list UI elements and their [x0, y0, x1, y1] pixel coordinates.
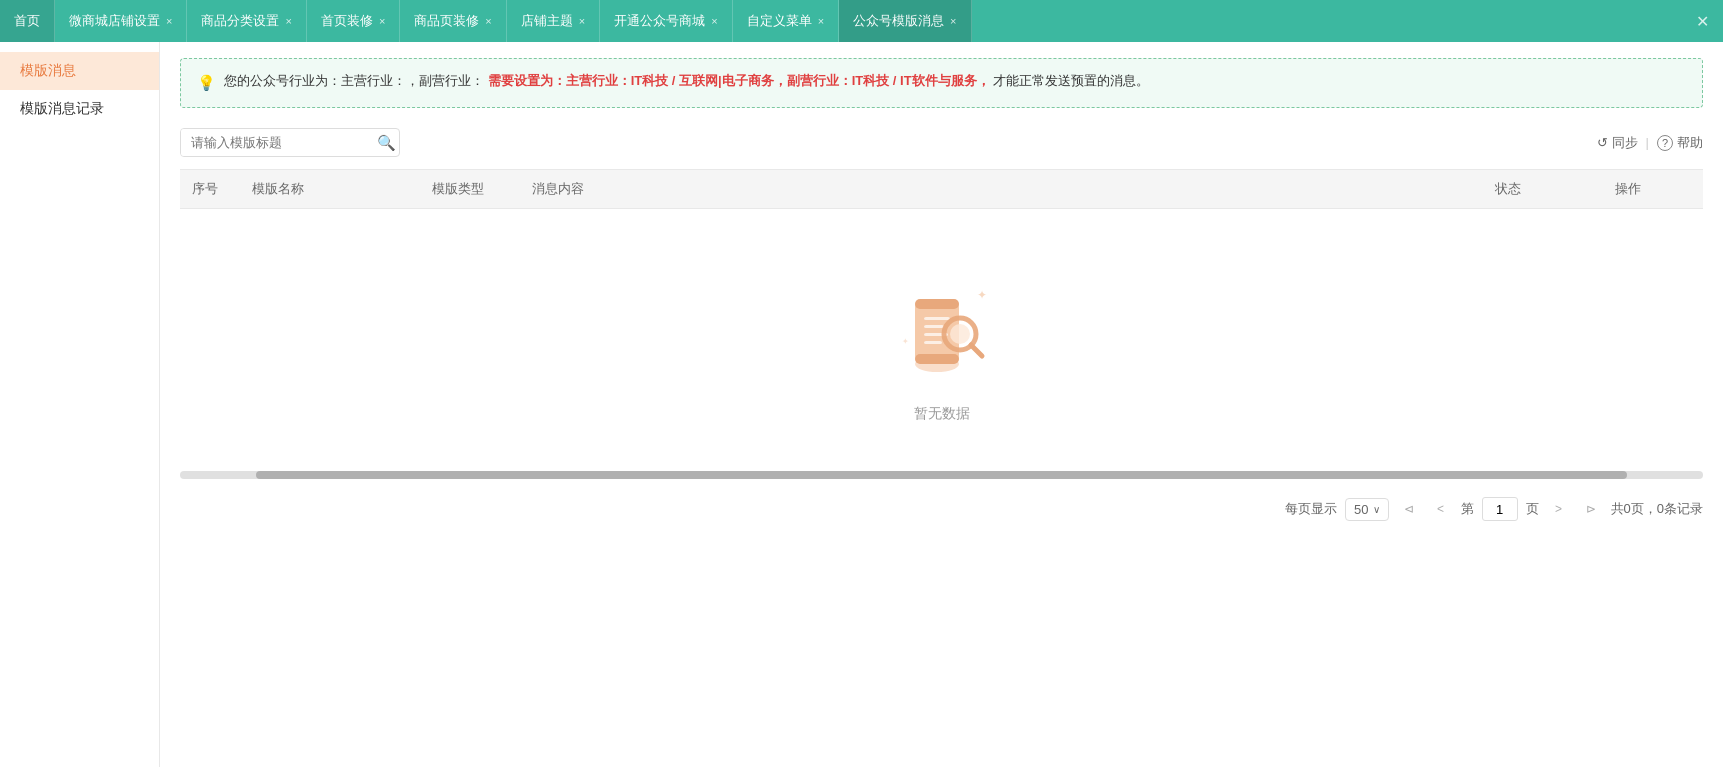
nav-tab-shop-theme-label: 店铺主题 [521, 12, 573, 30]
nav-tab-open-wechat-mall[interactable]: 开通公众号商城 × [600, 0, 732, 42]
nav-tab-shop-settings-label: 微商城店铺设置 [69, 12, 160, 30]
divider: | [1646, 135, 1649, 150]
chevron-down-icon: ∨ [1373, 504, 1380, 515]
close-product-decor-icon[interactable]: × [485, 15, 491, 27]
nav-tab-custom-menu[interactable]: 自定义菜单 × [733, 0, 839, 42]
sync-icon: ↺ [1597, 135, 1608, 150]
first-page-button[interactable]: ⊲ [1397, 497, 1421, 521]
close-home-decor-icon[interactable]: × [379, 15, 385, 27]
svg-rect-7 [924, 341, 942, 344]
page-label: 第 [1461, 500, 1474, 518]
nav-tab-shop-settings[interactable]: 微商城店铺设置 × [55, 0, 187, 42]
close-open-wechat-mall-icon[interactable]: × [711, 15, 717, 27]
bulb-icon: 💡 [197, 71, 216, 95]
table-scrollbar[interactable] [180, 471, 1703, 479]
nav-tab-template-message[interactable]: 公众号模版消息 × [839, 0, 971, 42]
empty-text: 暂无数据 [914, 405, 970, 423]
search-input[interactable] [181, 129, 369, 156]
help-label: 帮助 [1677, 134, 1703, 152]
nav-tab-product-decor[interactable]: 商品页装修 × [400, 0, 506, 42]
help-button[interactable]: ? 帮助 [1657, 134, 1703, 152]
main-content: 💡 您的公众号行业为：主营行业：，副营行业： 需要设置为：主营行业：IT科技 /… [160, 42, 1723, 767]
help-icon: ? [1657, 135, 1673, 151]
svg-rect-3 [915, 354, 959, 364]
sidebar-item-template-message-label: 模版消息 [20, 62, 76, 78]
svg-text:✦: ✦ [977, 288, 987, 302]
nav-tab-custom-menu-label: 自定义菜单 [747, 12, 812, 30]
th-message-content: 消息内容 [520, 170, 1483, 209]
nav-tab-category-settings[interactable]: 商品分类设置 × [187, 0, 306, 42]
close-custom-menu-icon[interactable]: × [818, 15, 824, 27]
search-actions: ↺ 同步 | ? 帮助 [1597, 134, 1703, 152]
search-row: 🔍 ↺ 同步 | ? 帮助 [180, 128, 1703, 157]
empty-illustration: ✦ ✦ [882, 269, 1002, 389]
nav-tab-shop-theme[interactable]: 店铺主题 × [507, 0, 600, 42]
sidebar-item-template-message-record-label: 模版消息记录 [20, 100, 104, 116]
last-page-button[interactable]: ⊳ [1579, 497, 1603, 521]
alert-banner: 💡 您的公众号行业为：主营行业：，副营行业： 需要设置为：主营行业：IT科技 /… [180, 58, 1703, 108]
svg-line-10 [971, 345, 982, 356]
svg-rect-2 [915, 299, 959, 309]
data-table: 序号 模版名称 模版类型 消息内容 状态 操作 [180, 169, 1703, 463]
alert-prefix-text: 您的公众号行业为：主营行业：，副营行业： [224, 73, 484, 88]
sync-label: 同步 [1612, 134, 1638, 152]
th-template-type: 模版类型 [420, 170, 520, 209]
svg-point-9 [950, 324, 970, 344]
close-shop-theme-icon[interactable]: × [579, 15, 585, 27]
nav-tab-home-decor[interactable]: 首页装修 × [307, 0, 400, 42]
next-page-button[interactable]: > [1547, 497, 1571, 521]
th-status: 状态 [1483, 170, 1603, 209]
close-all-tabs-button[interactable]: ✕ [1682, 12, 1723, 31]
nav-tab-home[interactable]: 首页 [0, 0, 55, 42]
sidebar: 模版消息 模版消息记录 [0, 42, 160, 767]
search-input-wrapper: 🔍 [180, 128, 400, 157]
current-page-input[interactable] [1482, 497, 1518, 521]
page-suffix: 页 [1526, 500, 1539, 518]
empty-state-row: ✦ ✦ 暂无数据 [180, 209, 1703, 464]
nav-tab-product-decor-label: 商品页装修 [414, 12, 479, 30]
sidebar-item-template-message-record[interactable]: 模版消息记录 [0, 90, 159, 128]
main-layout: 模版消息 模版消息记录 💡 您的公众号行业为：主营行业：，副营行业： 需要设置为… [0, 42, 1723, 767]
empty-state: ✦ ✦ 暂无数据 [180, 209, 1703, 463]
page-size-select[interactable]: 50 ∨ [1345, 498, 1388, 521]
nav-tab-template-message-label: 公众号模版消息 [853, 12, 944, 30]
sync-button[interactable]: ↺ 同步 [1597, 134, 1638, 152]
top-navigation: 首页 微商城店铺设置 × 商品分类设置 × 首页装修 × 商品页装修 × 店铺主… [0, 0, 1723, 42]
prev-page-button[interactable]: < [1429, 497, 1453, 521]
pagination-row: 每页显示 50 ∨ ⊲ < 第 页 > ⊳ 共0页，0条记录 [180, 487, 1703, 525]
nav-tab-open-wechat-mall-label: 开通公众号商城 [614, 12, 705, 30]
alert-suffix-text: 才能正常发送预置的消息。 [993, 73, 1149, 88]
alert-highlight-text: 需要设置为：主营行业：IT科技 / 互联网|电子商务，副营行业：IT科技 / I… [488, 73, 990, 88]
pagination-total: 共0页，0条记录 [1611, 500, 1703, 518]
sidebar-item-template-message[interactable]: 模版消息 [0, 52, 159, 90]
page-size-value: 50 [1354, 502, 1368, 517]
nav-tab-category-label: 商品分类设置 [201, 12, 279, 30]
table-header-row: 序号 模版名称 模版类型 消息内容 状态 操作 [180, 170, 1703, 209]
th-index: 序号 [180, 170, 240, 209]
svg-text:✦: ✦ [902, 337, 909, 346]
close-template-message-icon[interactable]: × [950, 15, 956, 27]
nav-tab-home-label: 首页 [14, 12, 40, 30]
th-template-name: 模版名称 [240, 170, 420, 209]
th-action: 操作 [1603, 170, 1703, 209]
close-all-icon: ✕ [1696, 13, 1709, 30]
page-size-label: 每页显示 [1285, 500, 1337, 518]
search-icon[interactable]: 🔍 [369, 134, 400, 152]
svg-rect-5 [924, 325, 944, 328]
close-category-icon[interactable]: × [285, 15, 291, 27]
table-scrollbar-thumb [256, 471, 1627, 479]
svg-rect-4 [924, 317, 950, 320]
alert-text: 您的公众号行业为：主营行业：，副营行业： 需要设置为：主营行业：IT科技 / 互… [224, 71, 1149, 92]
nav-tab-home-decor-label: 首页装修 [321, 12, 373, 30]
close-shop-settings-icon[interactable]: × [166, 15, 172, 27]
